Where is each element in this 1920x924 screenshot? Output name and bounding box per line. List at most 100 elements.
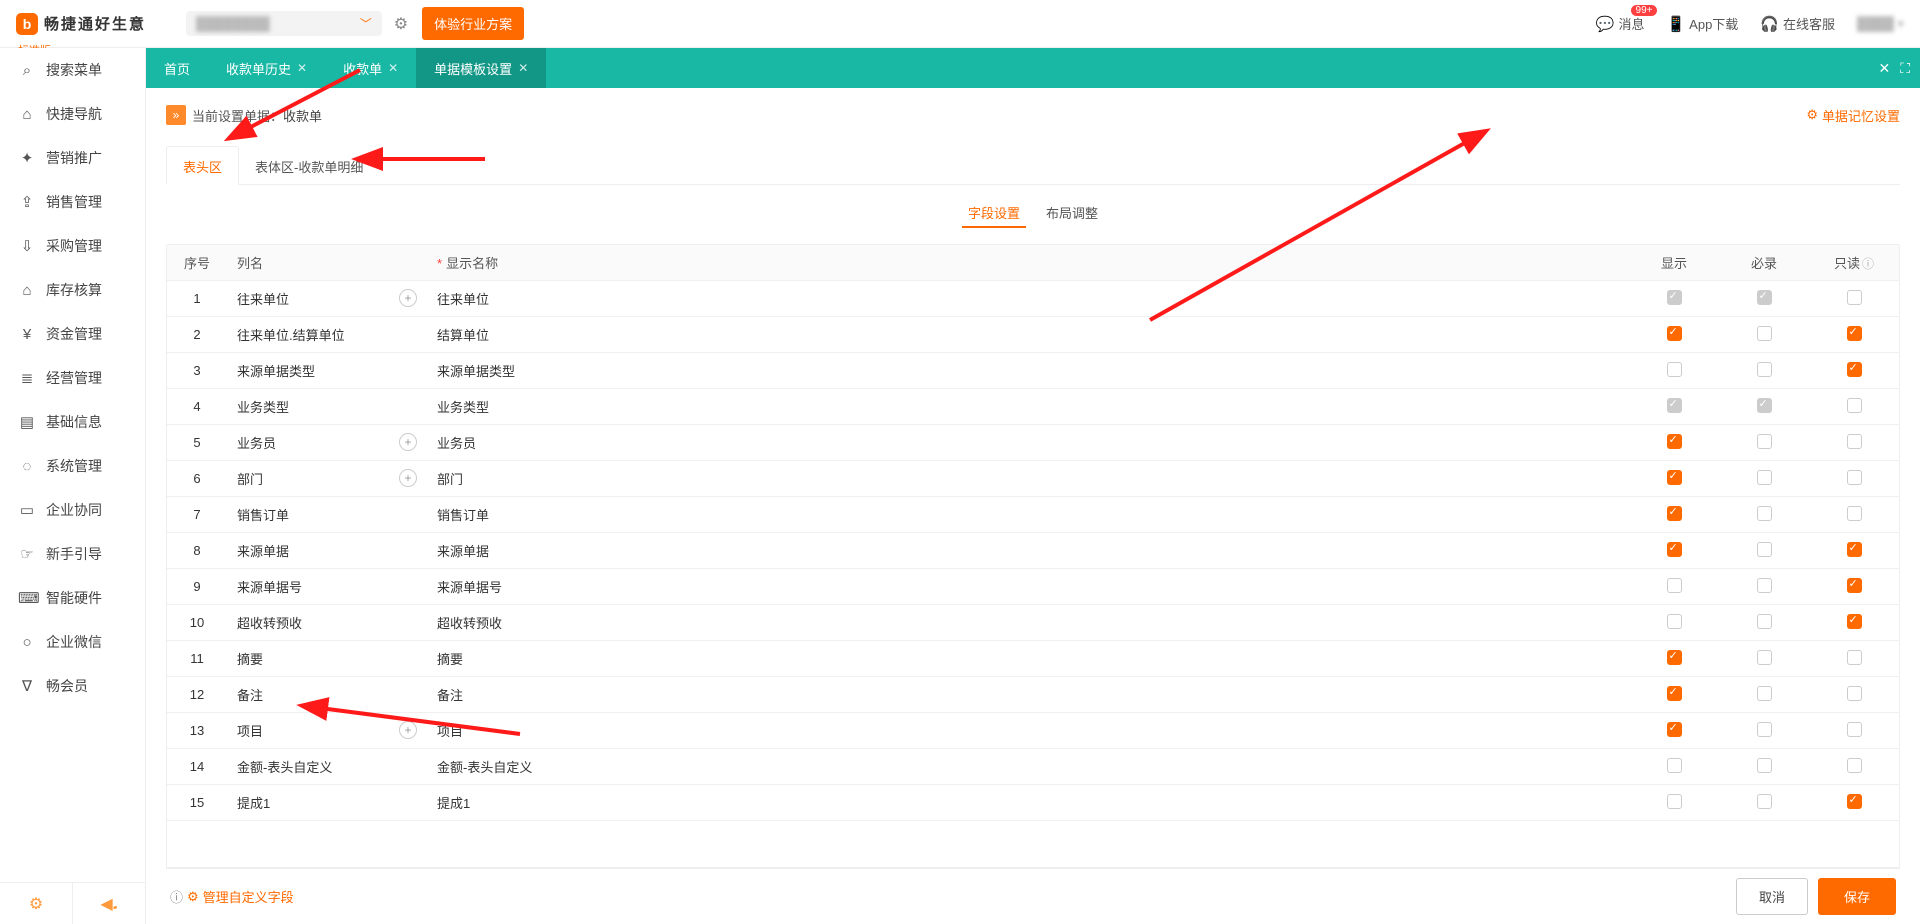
checkbox[interactable] xyxy=(1847,614,1862,629)
checkbox[interactable] xyxy=(1757,506,1772,521)
save-button[interactable]: 保存 xyxy=(1818,878,1896,915)
sub-tab[interactable]: 字段设置 xyxy=(962,199,1026,228)
company-select[interactable]: ████████ ﹀ xyxy=(186,11,382,36)
cell-display[interactable]: 备注 xyxy=(427,677,1629,713)
area-tab[interactable]: 表头区 xyxy=(166,146,239,185)
checkbox[interactable] xyxy=(1757,758,1772,773)
checkbox[interactable] xyxy=(1847,794,1862,809)
checkbox[interactable] xyxy=(1667,506,1682,521)
sidebar-item[interactable]: ⇪销售管理 xyxy=(0,180,145,224)
checkbox[interactable] xyxy=(1847,758,1862,773)
help-icon[interactable]: ⓘ xyxy=(1862,257,1874,271)
checkbox[interactable] xyxy=(1847,650,1862,665)
expand-icon[interactable]: » xyxy=(166,105,186,125)
cell-display[interactable]: 超收转预收 xyxy=(427,605,1629,641)
checkbox[interactable] xyxy=(1847,290,1862,305)
checkbox[interactable] xyxy=(1847,578,1862,593)
checkbox[interactable] xyxy=(1847,326,1862,341)
sidebar-item[interactable]: ∇畅会员 xyxy=(0,664,145,708)
sidebar-item[interactable]: ☞新手引导 xyxy=(0,532,145,576)
cell-display[interactable]: 金额-表头自定义 xyxy=(427,749,1629,785)
checkbox[interactable] xyxy=(1757,470,1772,485)
checkbox[interactable] xyxy=(1847,722,1862,737)
messages-link[interactable]: 💬 消息 99+ xyxy=(1596,14,1645,33)
sidebar-item[interactable]: ⌨智能硬件 xyxy=(0,576,145,620)
sidebar-item[interactable]: ⌂快捷导航 xyxy=(0,92,145,136)
checkbox[interactable] xyxy=(1667,578,1682,593)
cell-display[interactable]: 业务类型 xyxy=(427,389,1629,425)
checkbox[interactable] xyxy=(1847,470,1862,485)
checkbox[interactable] xyxy=(1757,650,1772,665)
cell-display[interactable]: 项目 xyxy=(427,713,1629,749)
cell-display[interactable]: 销售订单 xyxy=(427,497,1629,533)
checkbox[interactable] xyxy=(1757,434,1772,449)
user-menu[interactable]: ████ ▾ xyxy=(1857,16,1904,32)
checkbox[interactable] xyxy=(1667,542,1682,557)
checkbox[interactable] xyxy=(1667,326,1682,341)
sidebar-item[interactable]: ▤基础信息 xyxy=(0,400,145,444)
checkbox[interactable] xyxy=(1667,434,1682,449)
plus-icon[interactable]: + xyxy=(399,721,417,739)
checkbox[interactable] xyxy=(1847,542,1862,557)
checkbox[interactable] xyxy=(1757,326,1772,341)
tab[interactable]: 收款单✕ xyxy=(325,48,416,88)
checkbox[interactable] xyxy=(1667,686,1682,701)
sidebar-settings-icon[interactable]: ⚙ xyxy=(0,883,72,924)
cell-display[interactable]: 业务员 xyxy=(427,425,1629,461)
checkbox[interactable] xyxy=(1847,506,1862,521)
sidebar-item[interactable]: ○企业微信 xyxy=(0,620,145,664)
sidebar-collapse-icon[interactable]: ◀𝅘 xyxy=(72,883,145,924)
help-icon[interactable]: ⓘ xyxy=(170,887,183,906)
checkbox[interactable] xyxy=(1757,794,1772,809)
cell-display[interactable]: 部门 xyxy=(427,461,1629,497)
tab-close-icon[interactable]: ✕ xyxy=(297,61,307,75)
tab-close-icon[interactable]: ✕ xyxy=(388,61,398,75)
checkbox[interactable] xyxy=(1667,794,1682,809)
checkbox[interactable] xyxy=(1667,470,1682,485)
sidebar-item[interactable]: ≣经营管理 xyxy=(0,356,145,400)
cell-display[interactable]: 来源单据 xyxy=(427,533,1629,569)
sidebar-item[interactable]: ⇩采购管理 xyxy=(0,224,145,268)
checkbox[interactable] xyxy=(1757,542,1772,557)
try-industry-button[interactable]: 体验行业方案 xyxy=(422,7,524,40)
tab[interactable]: 单据模板设置✕ xyxy=(416,48,546,88)
cancel-button[interactable]: 取消 xyxy=(1736,878,1808,915)
cell-display[interactable]: 来源单据号 xyxy=(427,569,1629,605)
plus-icon[interactable]: + xyxy=(399,433,417,451)
sidebar-item[interactable]: ✦营销推广 xyxy=(0,136,145,180)
plus-icon[interactable]: + xyxy=(399,469,417,487)
checkbox[interactable] xyxy=(1667,362,1682,377)
tab-close-icon[interactable]: ✕ xyxy=(1878,60,1890,77)
checkbox[interactable] xyxy=(1757,686,1772,701)
sidebar-item[interactable]: ⌂库存核算 xyxy=(0,268,145,312)
checkbox[interactable] xyxy=(1757,722,1772,737)
sidebar-item[interactable]: ▭企业协同 xyxy=(0,488,145,532)
checkbox[interactable] xyxy=(1667,614,1682,629)
checkbox[interactable] xyxy=(1847,686,1862,701)
tab-close-icon[interactable]: ✕ xyxy=(518,61,528,75)
cell-display[interactable]: 摘要 xyxy=(427,641,1629,677)
sub-tab[interactable]: 布局调整 xyxy=(1040,199,1104,228)
plus-icon[interactable]: + xyxy=(399,289,417,307)
checkbox[interactable] xyxy=(1847,398,1862,413)
checkbox[interactable] xyxy=(1757,614,1772,629)
memory-settings-link[interactable]: ⚙ 单据记忆设置 xyxy=(1806,106,1900,125)
tab[interactable]: 收款单历史✕ xyxy=(208,48,325,88)
gear-icon[interactable]: ⚙ xyxy=(394,14,408,34)
checkbox[interactable] xyxy=(1667,758,1682,773)
checkbox[interactable] xyxy=(1667,650,1682,665)
support-link[interactable]: 🎧 在线客服 xyxy=(1760,14,1835,33)
checkbox[interactable] xyxy=(1757,578,1772,593)
fullscreen-icon[interactable]: ⛶ xyxy=(1900,60,1910,77)
cell-display[interactable]: 往来单位 xyxy=(427,281,1629,317)
cell-display[interactable]: 结算单位 xyxy=(427,317,1629,353)
checkbox[interactable] xyxy=(1847,434,1862,449)
checkbox[interactable] xyxy=(1667,722,1682,737)
checkbox[interactable] xyxy=(1757,362,1772,377)
sidebar-item[interactable]: ⌕搜索菜单 xyxy=(0,48,145,92)
app-download-link[interactable]: 📱 App下载 xyxy=(1666,14,1738,33)
area-tab[interactable]: 表体区-收款单明细 xyxy=(239,147,379,184)
manage-custom-fields-link[interactable]: ⚙ 管理自定义字段 xyxy=(187,887,294,906)
tab[interactable]: 首页 xyxy=(146,48,208,88)
checkbox[interactable] xyxy=(1847,362,1862,377)
